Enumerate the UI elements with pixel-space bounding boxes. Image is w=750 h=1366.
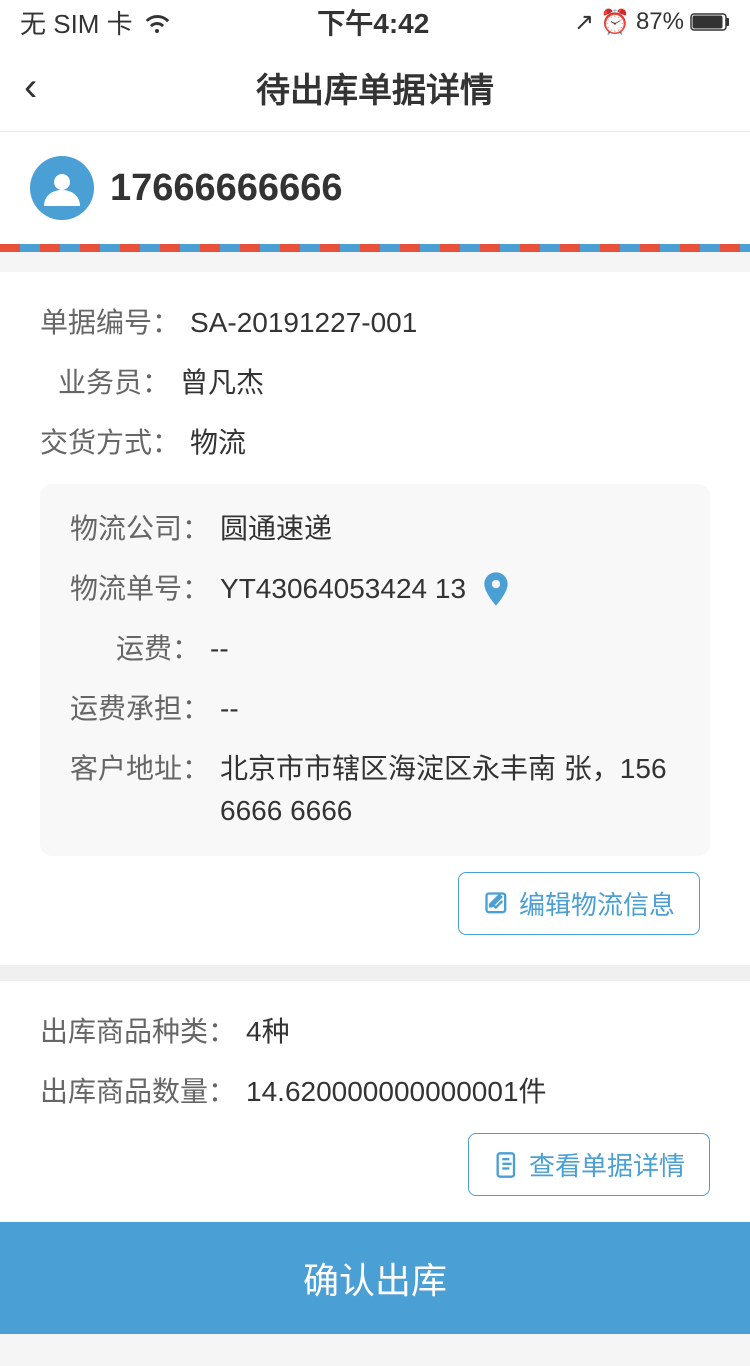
logistics-company-label: 物流公司： bbox=[70, 508, 210, 550]
goods-quantity-row: 出库商品数量： 14.620000000000001件 bbox=[40, 1071, 710, 1113]
order-info-section: 单据编号： SA-20191227-001 业务员： 曾凡杰 交货方式： 物流 … bbox=[0, 272, 750, 965]
dashed-separator bbox=[0, 244, 750, 252]
delivery-row: 交货方式： 物流 bbox=[40, 422, 710, 464]
status-right: ↗ ⏰ 87% bbox=[574, 8, 730, 37]
status-bar: 无 SIM 卡 下午4:42 ↗ ⏰ 87% bbox=[0, 0, 750, 44]
logistics-freight-value: -- bbox=[210, 628, 680, 670]
view-detail-label: 查看单据详情 bbox=[529, 1146, 685, 1183]
section-divider bbox=[0, 965, 750, 981]
logistics-freightbear-label: 运费承担： bbox=[70, 688, 210, 730]
goods-type-label: 出库商品种类： bbox=[40, 1011, 236, 1053]
logistics-tracking-row: 物流单号： YT43064053424 13 bbox=[70, 568, 680, 610]
salesman-row: 业务员： 曾凡杰 bbox=[40, 362, 710, 404]
back-button[interactable]: ‹ bbox=[24, 65, 37, 110]
logistics-tracking-value: YT43064053424 13 bbox=[220, 568, 466, 610]
document-row: 单据编号： SA-20191227-001 bbox=[40, 302, 710, 344]
logistics-freight-label: 运费： bbox=[70, 628, 200, 670]
goods-type-value: 4种 bbox=[246, 1011, 710, 1053]
status-left: 无 SIM 卡 bbox=[20, 4, 173, 41]
alarm-icon: ⏰ bbox=[600, 8, 630, 37]
goods-type-row: 出库商品种类： 4种 bbox=[40, 1011, 710, 1053]
delivery-value: 物流 bbox=[190, 422, 710, 464]
goods-quantity-value: 14.620000000000001件 bbox=[246, 1071, 710, 1113]
document-icon bbox=[493, 1151, 521, 1179]
logistics-address-label: 客户地址： bbox=[70, 748, 210, 790]
status-time: 下午4:42 bbox=[317, 2, 429, 42]
confirm-button[interactable]: 确认出库 bbox=[0, 1222, 750, 1334]
tracking-location-icon[interactable] bbox=[476, 569, 516, 609]
document-label: 单据编号： bbox=[40, 302, 180, 344]
edit-logistics-container: 编辑物流信息 bbox=[40, 856, 710, 935]
bottom-area: 确认出库 bbox=[0, 1222, 750, 1334]
tracking-row: YT43064053424 13 bbox=[210, 568, 516, 610]
edit-icon bbox=[483, 890, 511, 918]
avatar-icon bbox=[42, 168, 82, 208]
logistics-company-value: 圆通速递 bbox=[220, 508, 680, 550]
salesman-value: 曾凡杰 bbox=[180, 362, 710, 404]
salesman-label: 业务员： bbox=[40, 362, 170, 404]
logistics-freight-row: 运费： -- bbox=[70, 628, 680, 670]
customer-phone: 17666666666 bbox=[110, 167, 342, 210]
logistics-tracking-label: 物流单号： bbox=[70, 568, 210, 610]
battery-text: 87% bbox=[636, 8, 684, 36]
logistics-company-row: 物流公司： 圆通速递 bbox=[70, 508, 680, 550]
goods-section: 出库商品种类： 4种 出库商品数量： 14.620000000000001件 查… bbox=[0, 981, 750, 1226]
page-title: 待出库单据详情 bbox=[256, 63, 494, 112]
edit-logistics-button[interactable]: 编辑物流信息 bbox=[458, 872, 700, 935]
logistics-address-value: 北京市市辖区海淀区永丰南 张，156 6666 6666 bbox=[220, 748, 680, 832]
logistics-card: 物流公司： 圆通速递 物流单号： YT43064053424 13 运费： --… bbox=[40, 484, 710, 856]
goods-quantity-label: 出库商品数量： bbox=[40, 1071, 236, 1113]
wifi-icon bbox=[141, 11, 173, 33]
edit-logistics-label: 编辑物流信息 bbox=[519, 885, 675, 922]
navigation-bar: ‹ 待出库单据详情 bbox=[0, 44, 750, 132]
logistics-freightbear-value: -- bbox=[220, 688, 680, 730]
location-status-icon: ↗ bbox=[574, 8, 594, 37]
view-detail-button[interactable]: 查看单据详情 bbox=[468, 1133, 710, 1196]
delivery-label: 交货方式： bbox=[40, 422, 180, 464]
customer-avatar bbox=[30, 156, 94, 220]
customer-header: 17666666666 bbox=[0, 132, 750, 244]
logistics-address-row: 客户地址： 北京市市辖区海淀区永丰南 张，156 6666 6666 bbox=[70, 748, 680, 832]
view-detail-container: 查看单据详情 bbox=[40, 1133, 710, 1196]
carrier-text: 无 SIM 卡 bbox=[20, 4, 133, 41]
logistics-freightbear-row: 运费承担： -- bbox=[70, 688, 680, 730]
battery-icon bbox=[690, 12, 730, 32]
document-value: SA-20191227-001 bbox=[190, 302, 710, 344]
